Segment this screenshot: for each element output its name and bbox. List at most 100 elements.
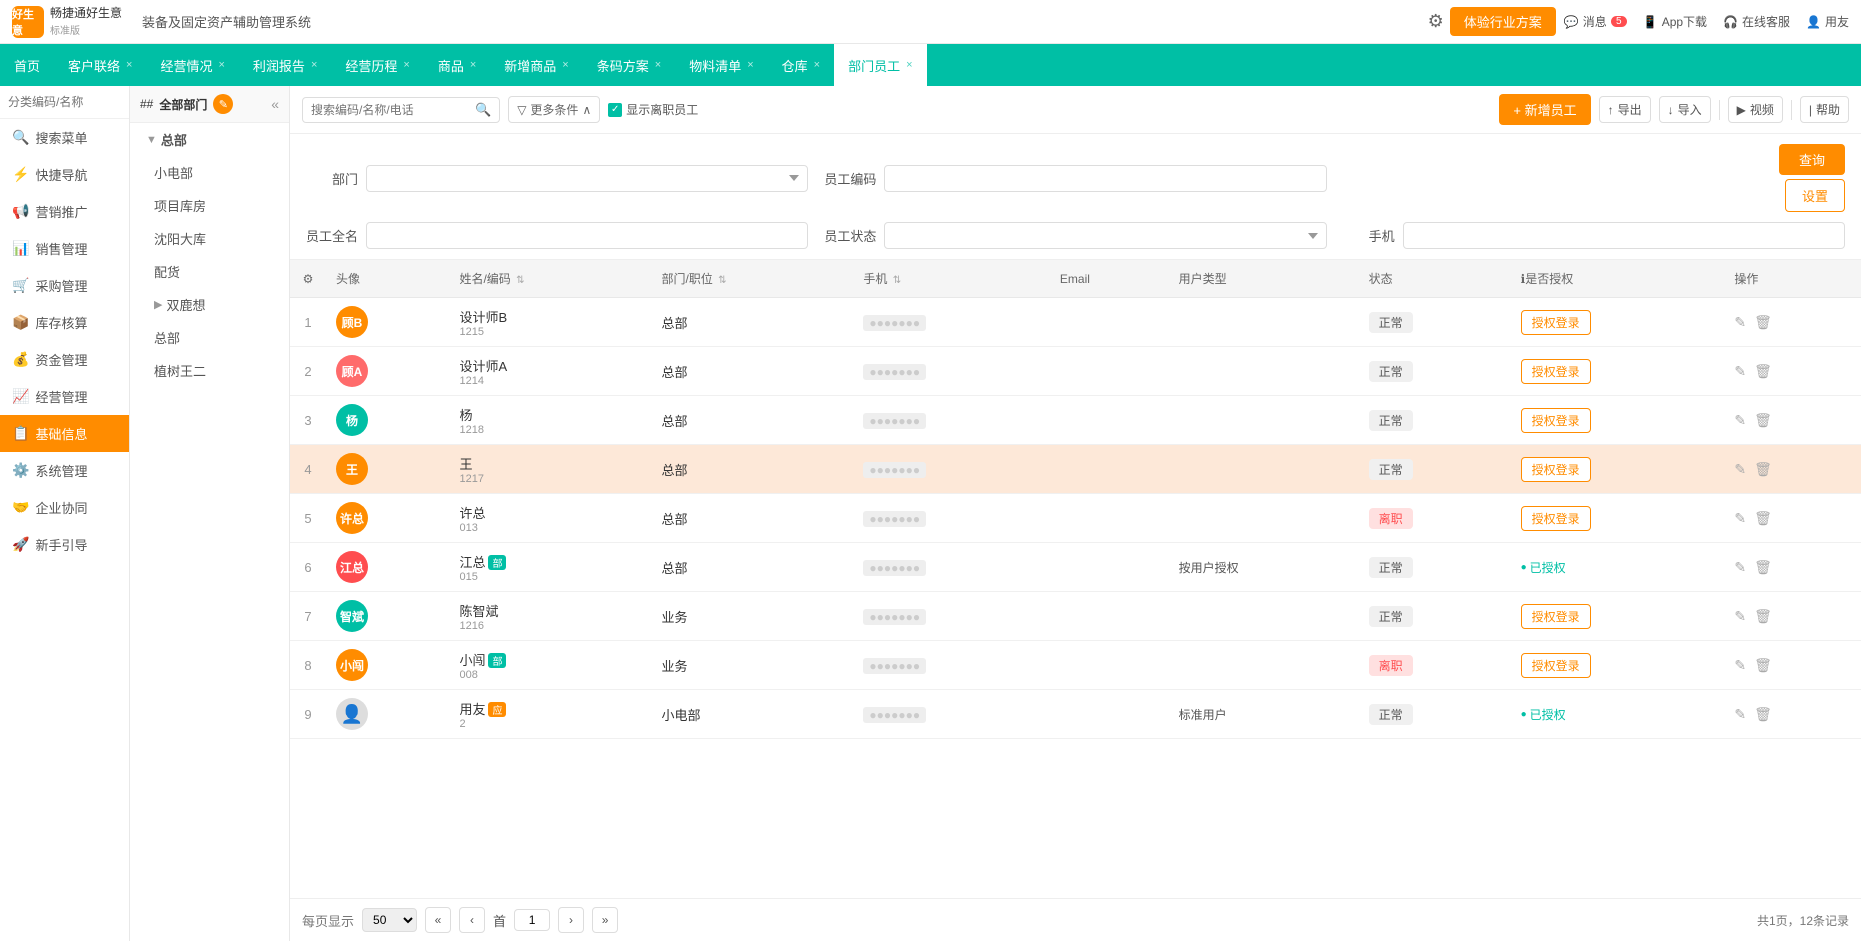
dept-label: 总部 — [661, 561, 687, 576]
nav-item-dept[interactable]: 部门员工 × — [834, 44, 926, 86]
sidebar-item-quicknav[interactable]: ⚡快捷导航 — [0, 156, 129, 193]
add-employee-button[interactable]: + 新增员工 — [1499, 94, 1590, 125]
auth-button[interactable]: 授权登录 — [1521, 359, 1591, 384]
guide-icon: 🚀 — [12, 536, 29, 553]
app-download-button[interactable]: 📱 App下载 — [1643, 13, 1707, 30]
nav-item-warehouse[interactable]: 仓库 × — [768, 44, 834, 86]
auth-button[interactable]: 授权登录 — [1521, 506, 1591, 531]
edit-icon[interactable]: ✎ — [1734, 363, 1746, 380]
sidebar-item-search[interactable]: 🔍搜索菜单 — [0, 119, 129, 156]
nav-item-history[interactable]: 经营历程 × — [331, 44, 423, 86]
sidebar-item-guide[interactable]: 🚀新手引导 — [0, 526, 129, 563]
dept-tree-item-shuanglu[interactable]: ▶ 双鹿想 — [130, 288, 289, 321]
col-dept[interactable]: 部门/职位 ⇅ — [651, 260, 853, 298]
online-service-button[interactable]: 🎧 在线客服 — [1723, 13, 1790, 30]
col-name[interactable]: 姓名/编码 ⇅ — [449, 260, 651, 298]
user-button[interactable]: 👤 用友 — [1806, 13, 1849, 30]
dept-tree-item-distribution[interactable]: 配货 — [130, 255, 289, 288]
import-button[interactable]: ↓ 导入 — [1659, 96, 1711, 123]
edit-icon[interactable]: ✎ — [1734, 559, 1746, 576]
page-number-input[interactable] — [514, 909, 550, 931]
view-button[interactable]: ▶ 视频 — [1728, 96, 1783, 123]
op-cell: ✎ 🗑 — [1724, 298, 1861, 347]
auth-button[interactable]: 授权登录 — [1521, 653, 1591, 678]
nav-item-customer[interactable]: 客户联络 × — [54, 44, 146, 86]
email-cell — [1050, 298, 1169, 347]
sidebar-item-collab[interactable]: 🤝企业协同 — [0, 489, 129, 526]
nav-item-bom[interactable]: 物料清单 × — [675, 44, 767, 86]
nav-item-goods[interactable]: 商品 × — [424, 44, 490, 86]
sidebar-item-finance[interactable]: 💰资金管理 — [0, 341, 129, 378]
nav-item-operation[interactable]: 经营情况 × — [146, 44, 238, 86]
nav-item-add-goods[interactable]: 新增商品 × — [490, 44, 582, 86]
settings-icon[interactable]: ⚙ — [1428, 11, 1444, 32]
message-button[interactable]: 💬 消息 5 — [1564, 13, 1627, 30]
experience-button[interactable]: 体验行业方案 — [1450, 7, 1556, 36]
dept-tree-item-project[interactable]: 项目库房 — [130, 189, 289, 222]
auth-button[interactable]: 授权登录 — [1521, 408, 1591, 433]
first-page-button[interactable]: « — [425, 907, 451, 933]
next-page-button[interactable]: › — [558, 907, 584, 933]
auth-button[interactable]: 授权登录 — [1521, 310, 1591, 335]
delete-icon[interactable]: 🗑 — [1754, 608, 1772, 625]
sidebar-item-basic[interactable]: 📋基础信息 — [0, 415, 129, 452]
edit-icon[interactable]: ✎ — [1734, 412, 1746, 429]
delete-icon[interactable]: 🗑 — [1754, 657, 1772, 674]
delete-icon[interactable]: 🗑 — [1754, 412, 1772, 429]
dept-collapse-button[interactable]: « — [271, 96, 279, 112]
sort-dept-icon[interactable]: ⇅ — [718, 275, 726, 286]
col-settings[interactable]: ⚙ — [290, 260, 326, 298]
name-filter-input[interactable] — [366, 222, 808, 249]
set-button[interactable]: 设置 — [1785, 179, 1845, 212]
dept-tree-item-xiaodian[interactable]: 小电部 — [130, 156, 289, 189]
phone-filter-input[interactable] — [1403, 222, 1845, 249]
status-filter-label: 员工状态 — [824, 226, 876, 245]
sidebar-item-system[interactable]: ⚙️系统管理 — [0, 452, 129, 489]
dept-edit-button[interactable]: ✎ — [213, 94, 233, 114]
delete-icon[interactable]: 🗑 — [1754, 559, 1772, 576]
sidebar-item-sales[interactable]: 📊销售管理 — [0, 230, 129, 267]
more-filters-button[interactable]: ▽ 更多条件 ∧ — [508, 96, 600, 123]
nav-item-barcode[interactable]: 条码方案 × — [583, 44, 675, 86]
export-button[interactable]: ↑ 导出 — [1599, 96, 1651, 123]
help-button[interactable]: | 帮助 — [1800, 96, 1849, 123]
nav-item-home[interactable]: 首页 — [0, 44, 54, 86]
query-button[interactable]: 查询 — [1779, 144, 1845, 175]
col-phone[interactable]: 手机 ⇅ — [853, 260, 1049, 298]
dept-tree-item-zhishu[interactable]: 植树王二 — [130, 354, 289, 387]
delete-icon[interactable]: 🗑 — [1754, 363, 1772, 380]
status-badge: 正常 — [1369, 410, 1413, 431]
sidebar-item-marketing[interactable]: 📢营销推广 — [0, 193, 129, 230]
nav-item-profit[interactable]: 利润报告 × — [239, 44, 331, 86]
sidebar-item-purchase[interactable]: 🛒采购管理 — [0, 267, 129, 304]
sort-name-icon[interactable]: ⇅ — [516, 275, 524, 286]
delete-icon[interactable]: 🗑 — [1754, 461, 1772, 478]
delete-icon[interactable]: 🗑 — [1754, 510, 1772, 527]
delete-icon[interactable]: 🗑 — [1754, 706, 1772, 723]
auth-button[interactable]: 授权登录 — [1521, 457, 1591, 482]
edit-icon[interactable]: ✎ — [1734, 314, 1746, 331]
search-input[interactable] — [311, 103, 471, 117]
edit-icon[interactable]: ✎ — [1734, 461, 1746, 478]
edit-icon[interactable]: ✎ — [1734, 706, 1746, 723]
sort-phone-icon[interactable]: ⇅ — [893, 275, 901, 286]
dept-filter-select[interactable] — [366, 165, 808, 192]
last-page-button[interactable]: » — [592, 907, 618, 933]
dept-tree-root[interactable]: ▼ 总部 — [130, 123, 289, 156]
auth-button[interactable]: 授权登录 — [1521, 604, 1591, 629]
status-filter-select[interactable] — [884, 222, 1326, 249]
page-size-select[interactable]: 50 20 100 — [362, 908, 417, 932]
code-filter-input[interactable] — [884, 165, 1326, 192]
edit-icon[interactable]: ✎ — [1734, 657, 1746, 674]
edit-icon[interactable]: ✎ — [1734, 510, 1746, 527]
sidebar-item-ops[interactable]: 📈经营管理 — [0, 378, 129, 415]
op-cell: ✎ 🗑 — [1724, 543, 1861, 592]
show-departed-toggle[interactable]: ✓ 显示离职员工 — [608, 101, 698, 118]
prev-page-button[interactable]: ‹ — [459, 907, 485, 933]
dept-tree-item-shenyang[interactable]: 沈阳大库 — [130, 222, 289, 255]
dept-tree-item-zongbu[interactable]: 总部 — [130, 321, 289, 354]
edit-icon[interactable]: ✎ — [1734, 608, 1746, 625]
sidebar-item-inventory[interactable]: 📦库存核算 — [0, 304, 129, 341]
sidebar-search-input[interactable] — [8, 95, 130, 109]
delete-icon[interactable]: 🗑 — [1754, 314, 1772, 331]
